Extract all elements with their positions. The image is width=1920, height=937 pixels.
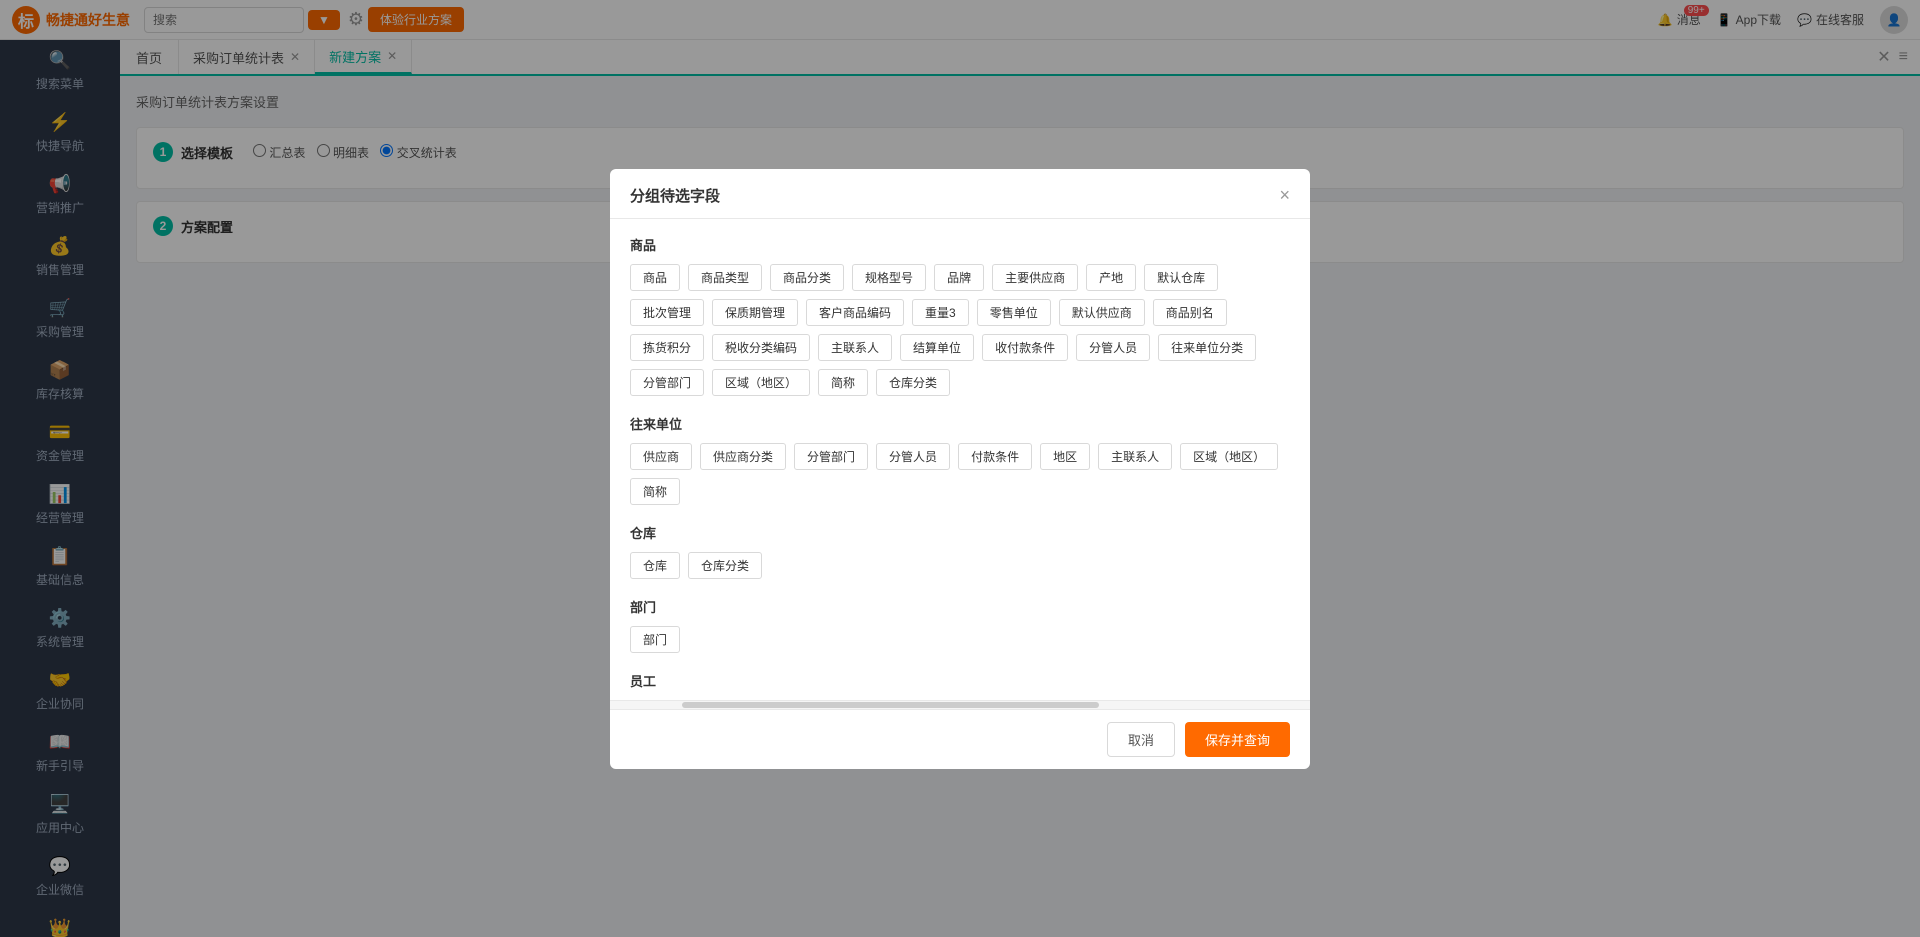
field-tag[interactable]: 零售单位 [977, 299, 1051, 326]
field-tag[interactable]: 付款条件 [958, 443, 1032, 470]
field-tag[interactable]: 主联系人 [818, 334, 892, 361]
section-partner-title: 往来单位 [630, 414, 1290, 433]
modal-overlay: 分组待选字段 × 商品 商品 商品类型 商品分类 规格型号 品牌 主要供应商 产… [0, 0, 1920, 937]
field-tag[interactable]: 批次管理 [630, 299, 704, 326]
department-field-grid: 部门 [630, 626, 1290, 653]
field-tag[interactable]: 简称 [818, 369, 868, 396]
field-tag[interactable]: 商品别名 [1153, 299, 1227, 326]
field-tag[interactable]: 区域（地区） [1180, 443, 1278, 470]
field-tag[interactable]: 产地 [1086, 264, 1136, 291]
field-tag[interactable]: 商品类型 [688, 264, 762, 291]
partner-field-grid: 供应商 供应商分类 分管部门 分管人员 付款条件 地区 主联系人 区域（地区） … [630, 443, 1290, 505]
field-tag[interactable]: 分管部门 [794, 443, 868, 470]
modal-horizontal-scrollbar[interactable] [610, 700, 1310, 709]
modal-header: 分组待选字段 × [610, 169, 1310, 219]
field-tag[interactable]: 保质期管理 [712, 299, 798, 326]
section-warehouse: 仓库 仓库 仓库分类 [630, 523, 1290, 579]
field-tag[interactable]: 主联系人 [1098, 443, 1172, 470]
field-tag[interactable]: 主要供应商 [992, 264, 1078, 291]
field-tag[interactable]: 仓库分类 [876, 369, 950, 396]
field-tag[interactable]: 规格型号 [852, 264, 926, 291]
field-tag[interactable]: 税收分类编码 [712, 334, 810, 361]
field-tag[interactable]: 部门 [630, 626, 680, 653]
hscroll-thumb [682, 702, 1100, 708]
warehouse-field-grid: 仓库 仓库分类 [630, 552, 1290, 579]
field-tag[interactable]: 结算单位 [900, 334, 974, 361]
modal-close-button[interactable]: × [1279, 185, 1290, 206]
modal-body: 商品 商品 商品类型 商品分类 规格型号 品牌 主要供应商 产地 默认仓库 批次… [610, 219, 1310, 700]
field-tag[interactable]: 供应商分类 [700, 443, 786, 470]
section-partner: 往来单位 供应商 供应商分类 分管部门 分管人员 付款条件 地区 主联系人 区域… [630, 414, 1290, 505]
field-tag[interactable]: 简称 [630, 478, 680, 505]
field-tag[interactable]: 供应商 [630, 443, 692, 470]
field-tag[interactable]: 客户商品编码 [806, 299, 904, 326]
field-tag[interactable]: 分管部门 [630, 369, 704, 396]
field-tag[interactable]: 地区 [1040, 443, 1090, 470]
field-tag[interactable]: 拣货积分 [630, 334, 704, 361]
section-goods-title: 商品 [630, 235, 1290, 254]
modal-title: 分组待选字段 [630, 185, 720, 206]
section-department-title: 部门 [630, 597, 1290, 616]
modal-footer: 取消 保存并查询 [610, 709, 1310, 769]
field-tag[interactable]: 重量3 [912, 299, 969, 326]
section-goods: 商品 商品 商品类型 商品分类 规格型号 品牌 主要供应商 产地 默认仓库 批次… [630, 235, 1290, 396]
field-tag[interactable]: 默认仓库 [1144, 264, 1218, 291]
save-button[interactable]: 保存并查询 [1185, 722, 1290, 757]
field-tag[interactable]: 分管人员 [1076, 334, 1150, 361]
field-tag[interactable]: 往来单位分类 [1158, 334, 1256, 361]
field-select-modal: 分组待选字段 × 商品 商品 商品类型 商品分类 规格型号 品牌 主要供应商 产… [610, 169, 1310, 769]
section-employee-title: 员工 [630, 671, 1290, 690]
field-tag[interactable]: 品牌 [934, 264, 984, 291]
field-tag[interactable]: 收付款条件 [982, 334, 1068, 361]
goods-field-grid: 商品 商品类型 商品分类 规格型号 品牌 主要供应商 产地 默认仓库 批次管理 … [630, 264, 1290, 396]
field-tag[interactable]: 分管人员 [876, 443, 950, 470]
field-tag[interactable]: 商品分类 [770, 264, 844, 291]
section-employee: 员工 业务员 [630, 671, 1290, 700]
field-tag[interactable]: 默认供应商 [1059, 299, 1145, 326]
field-tag[interactable]: 仓库 [630, 552, 680, 579]
section-warehouse-title: 仓库 [630, 523, 1290, 542]
field-tag[interactable]: 仓库分类 [688, 552, 762, 579]
field-tag[interactable]: 商品 [630, 264, 680, 291]
section-department: 部门 部门 [630, 597, 1290, 653]
cancel-button[interactable]: 取消 [1107, 722, 1175, 757]
field-tag[interactable]: 区域（地区） [712, 369, 810, 396]
